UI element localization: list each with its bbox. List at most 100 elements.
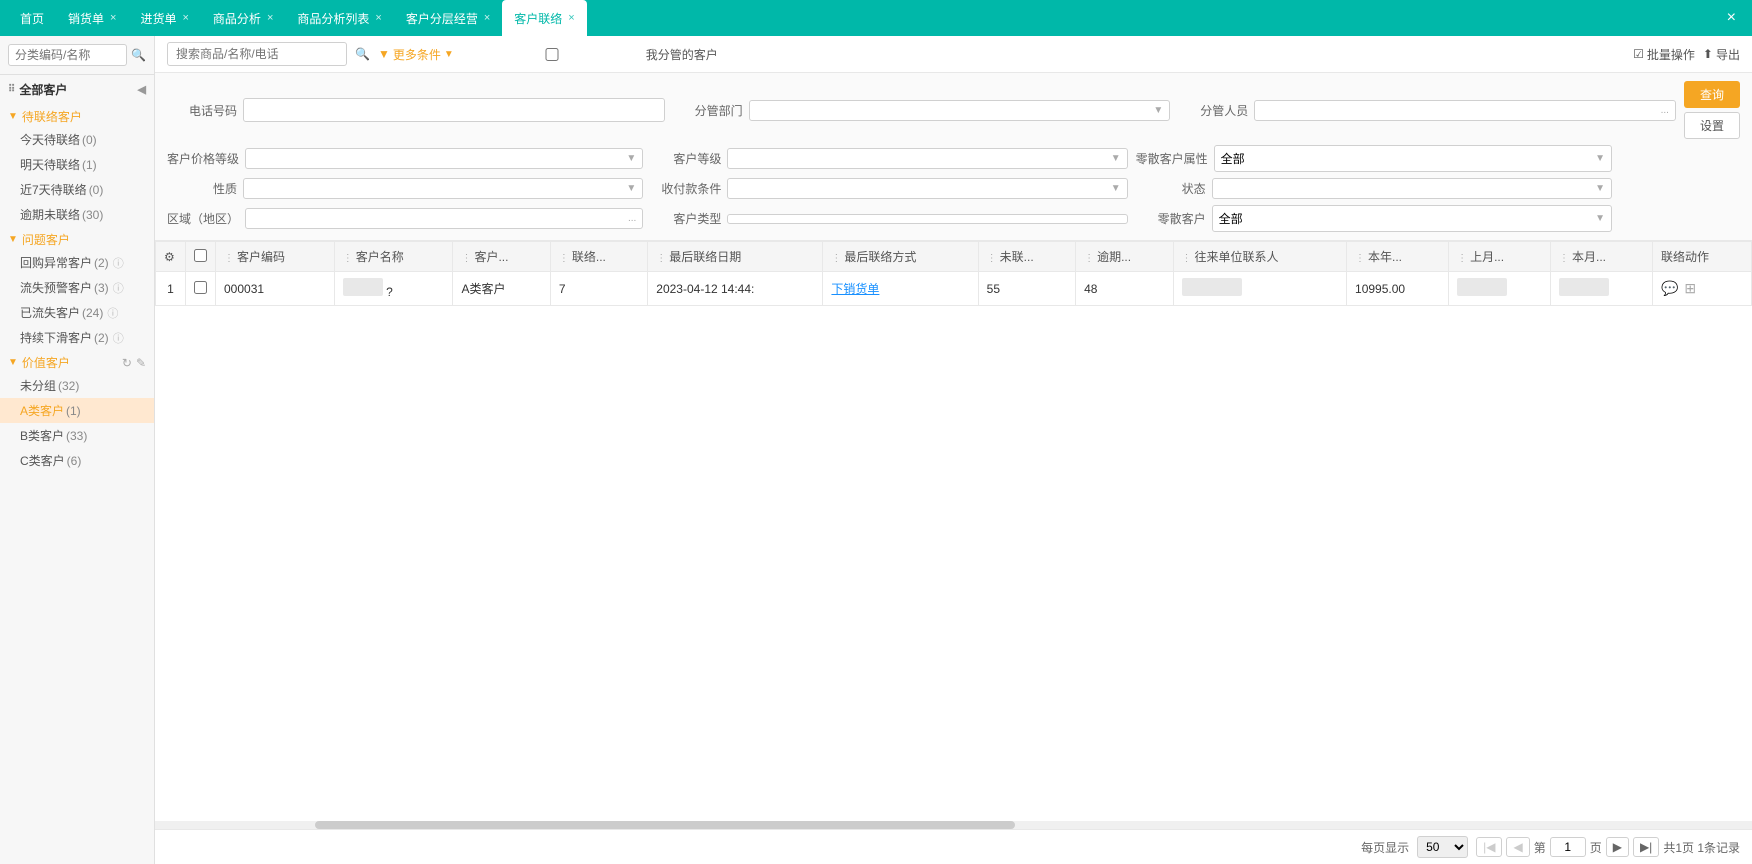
- sidebar-item-tomorrow[interactable]: 明天待联络(1): [0, 152, 154, 177]
- total-info: 共1页 1条记录: [1663, 839, 1740, 856]
- payment-select[interactable]: ▼: [727, 178, 1127, 199]
- th-checkbox[interactable]: [186, 242, 216, 272]
- th-last-contact-method: ⋮最后联络方式: [823, 242, 978, 272]
- th-code: ⋮客户编码: [216, 242, 335, 272]
- th-this-month: ⋮本月...: [1551, 242, 1653, 272]
- all-customers-label: 全部客户: [19, 81, 67, 98]
- customer-type-select[interactable]: [727, 214, 1127, 224]
- nav-purchase[interactable]: 进货单 ×: [128, 0, 200, 36]
- person-select[interactable]: ...: [1254, 100, 1676, 121]
- price-grade-arrow: ▼: [626, 153, 636, 164]
- nav-product-analysis-list-close[interactable]: ×: [375, 12, 381, 24]
- nav-sales[interactable]: 销货单 ×: [56, 0, 128, 36]
- more-conditions-btn[interactable]: ▼ 更多条件 ▼: [378, 46, 454, 63]
- th-gear[interactable]: ⚙: [156, 242, 186, 272]
- grid-action-icon[interactable]: ⊞: [1684, 280, 1696, 297]
- nature-select[interactable]: ▼: [243, 178, 643, 199]
- dept-select[interactable]: ▼: [749, 100, 1171, 121]
- export-btn[interactable]: ⬆ 导出: [1703, 46, 1740, 63]
- collapse-icon[interactable]: ◀: [138, 83, 146, 96]
- top-nav-right: ×: [1719, 9, 1744, 27]
- region-select[interactable]: ...: [245, 208, 643, 229]
- page-input[interactable]: [1550, 837, 1586, 857]
- customer-grade-select[interactable]: ▼: [727, 148, 1127, 169]
- price-grade-select[interactable]: ▼: [245, 148, 643, 169]
- next-page-btn[interactable]: ▶: [1606, 837, 1629, 857]
- sidebar-item-ungrouped[interactable]: 未分组(32): [0, 373, 154, 398]
- search-input[interactable]: [167, 42, 347, 66]
- prev-page-btn[interactable]: ◀: [1506, 837, 1529, 857]
- td-last-contact-method[interactable]: 下销货单: [823, 272, 978, 306]
- page-unit: 页: [1590, 839, 1602, 856]
- sidebar-item-today[interactable]: 今天待联络(0): [0, 127, 154, 152]
- nav-purchase-close[interactable]: ×: [182, 12, 188, 24]
- th-action: 联络动作: [1652, 242, 1751, 272]
- my-customers-checkbox[interactable]: 我分管的客户: [462, 46, 718, 63]
- filter-row-1: 电话号码 分管部门 ▼ 分管人员 ...: [167, 81, 1740, 139]
- sidebar-item-a-class[interactable]: A类客户(1): [0, 398, 154, 423]
- info-icon: ⓘ: [113, 255, 124, 271]
- table-wrapper: ⚙ ⋮客户编码 ⋮客户名称 ⋮客户... ⋮联络... ⋮最后联络日期 ⋮最后联…: [155, 241, 1752, 821]
- phone-input[interactable]: [243, 98, 665, 122]
- sidebar-item-abnormal[interactable]: 回购异常客户(2) ⓘ: [0, 250, 154, 275]
- query-button[interactable]: 查询: [1684, 81, 1740, 108]
- status-select[interactable]: ▼: [1212, 178, 1612, 199]
- select-all-checkbox[interactable]: [194, 249, 207, 262]
- row-checkbox[interactable]: [194, 281, 207, 294]
- my-customers-check[interactable]: [462, 48, 642, 61]
- sidebar-pending-contact-group[interactable]: ▼ 待联络客户: [0, 104, 154, 127]
- sidebar-all-customers[interactable]: ⠿ 全部客户 ◀: [0, 75, 154, 104]
- nav-product-analysis-label: 商品分析: [213, 10, 261, 27]
- sidebar-item-declining[interactable]: 持续下滑客户(2) ⓘ: [0, 325, 154, 350]
- window-close-icon[interactable]: ×: [1719, 9, 1744, 27]
- company-contact-color: [1182, 278, 1242, 296]
- nav-customer-segment-close[interactable]: ×: [484, 12, 490, 24]
- last-contact-link[interactable]: 下销货单: [831, 282, 879, 296]
- td-checkbox[interactable]: [186, 272, 216, 306]
- settings-button[interactable]: 设置: [1684, 112, 1740, 139]
- filter-bar: 🔍 ▼ 更多条件 ▼ 我分管的客户 ☑ 批量操作 ⬆ 导出: [155, 36, 1752, 73]
- scrollbar-thumb[interactable]: [315, 821, 1015, 829]
- sidebar-item-b-class[interactable]: B类客户(33): [0, 423, 154, 448]
- sidebar-search-icon[interactable]: 🔍: [131, 48, 146, 62]
- sidebar-value-customers-group[interactable]: ▼ 价值客户 ↻ ✎: [0, 350, 154, 373]
- nature-label: 性质: [167, 180, 237, 197]
- sidebar-item-c-class[interactable]: C类客户(6): [0, 448, 154, 473]
- nav-sales-close[interactable]: ×: [110, 12, 116, 24]
- sidebar-item-7days[interactable]: 近7天待联络(0): [0, 177, 154, 202]
- per-page-select[interactable]: 50 100 200: [1417, 836, 1468, 858]
- sidebar-search-input[interactable]: [8, 44, 127, 66]
- refresh-icon[interactable]: ↻: [122, 356, 132, 370]
- sidebar-item-churn-warn[interactable]: 流失预警客户(3) ⓘ: [0, 275, 154, 300]
- nav-product-analysis-close[interactable]: ×: [267, 12, 273, 24]
- info-icon-4: ⓘ: [113, 330, 124, 346]
- gear-icon[interactable]: ⚙: [164, 250, 175, 264]
- nav-product-analysis-list[interactable]: 商品分析列表 ×: [285, 0, 393, 36]
- search-icon[interactable]: 🔍: [355, 47, 370, 61]
- sidebar-problem-customers-group[interactable]: ▼ 问题客户: [0, 227, 154, 250]
- last-page-btn[interactable]: ▶|: [1633, 837, 1659, 857]
- person-label: 分管人员: [1178, 102, 1248, 119]
- main-layout: 🔍 ⠿ 全部客户 ◀ ▼ 待联络客户 今天待联络(0) 明天待联络(1) 近7天…: [0, 36, 1752, 864]
- customer-type-label: 客户类型: [651, 210, 721, 227]
- edit-icon[interactable]: ✎: [136, 356, 146, 370]
- chat-icon[interactable]: 💬: [1661, 280, 1678, 297]
- retail-attr-select[interactable]: 全部 ▼: [1214, 145, 1612, 172]
- retail-customer-arrow: ▼: [1595, 213, 1605, 224]
- retail-customer-select[interactable]: 全部 ▼: [1212, 205, 1612, 232]
- batch-op-btn[interactable]: ☑ 批量操作: [1633, 46, 1695, 63]
- first-page-btn[interactable]: |◀: [1476, 837, 1502, 857]
- nav-product-analysis[interactable]: 商品分析 ×: [201, 0, 285, 36]
- sidebar-item-overdue[interactable]: 逾期未联络(30): [0, 202, 154, 227]
- sidebar-item-churned[interactable]: 已流失客户(24) ⓘ: [0, 300, 154, 325]
- nav-customer-contact-close[interactable]: ×: [568, 12, 574, 24]
- nav-customer-segment[interactable]: 客户分层经营 ×: [394, 0, 502, 36]
- customer-grade-label: 客户等级: [651, 150, 721, 167]
- horizontal-scrollbar[interactable]: [155, 821, 1752, 829]
- filter-actions: 查询 设置: [1684, 81, 1740, 139]
- name-color-cell: [343, 278, 383, 296]
- nature-field: 性质 ▼: [167, 178, 643, 199]
- nav-home[interactable]: 首页: [8, 0, 56, 36]
- nav-customer-contact[interactable]: 客户联络 ×: [502, 0, 586, 36]
- data-table: ⚙ ⋮客户编码 ⋮客户名称 ⋮客户... ⋮联络... ⋮最后联络日期 ⋮最后联…: [155, 241, 1752, 306]
